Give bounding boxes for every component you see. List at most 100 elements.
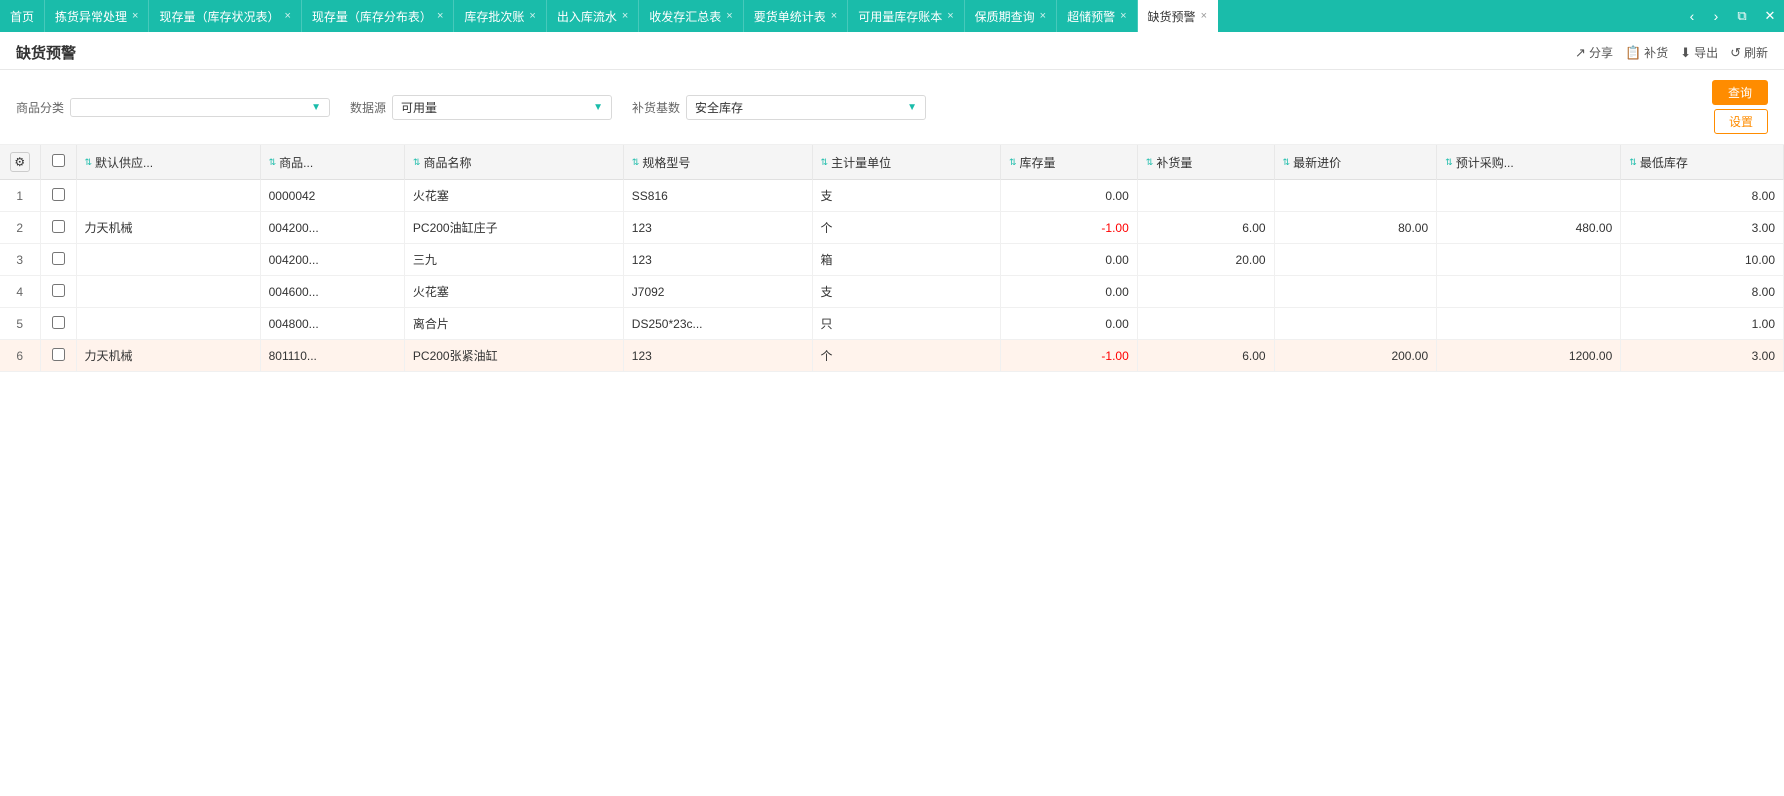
- row-supplier-6: 力天机械: [76, 340, 260, 372]
- replenish-base-select[interactable]: 安全库存 ▼: [686, 95, 926, 120]
- sort-icon: ⇅: [1009, 157, 1017, 168]
- col-checkbox: [40, 145, 76, 180]
- col-unit[interactable]: ⇅主计量单位: [812, 145, 1000, 180]
- category-arrow-icon: ▼: [311, 102, 321, 113]
- tab-overstock-close[interactable]: ×: [1120, 10, 1126, 22]
- row-min-stock-5: 1.00: [1621, 308, 1784, 340]
- row-estimated-1: [1437, 180, 1621, 212]
- tab-batch-close[interactable]: ×: [529, 10, 535, 22]
- sort-icon: ⇅: [821, 157, 829, 168]
- row-checkbox-1[interactable]: [40, 180, 76, 212]
- table-row: 5 004800... 离合片 DS250*23c... 只 0.00 1.00: [0, 308, 1784, 340]
- row-latest-price-6: 200.00: [1274, 340, 1437, 372]
- row-stock-5: 0.00: [1000, 308, 1137, 340]
- col-name[interactable]: ⇅商品名称: [404, 145, 623, 180]
- row-name-3: 三九: [404, 244, 623, 276]
- col-supplier[interactable]: ⇅默认供应...: [76, 145, 260, 180]
- category-label: 商品分类: [16, 99, 64, 116]
- row-unit-2: 个: [812, 212, 1000, 244]
- col-code[interactable]: ⇅商品...: [260, 145, 404, 180]
- row-checkbox-2[interactable]: [40, 212, 76, 244]
- row-min-stock-6: 3.00: [1621, 340, 1784, 372]
- tab-restore-btn[interactable]: ⧉: [1728, 0, 1756, 32]
- row-code-4: 004600...: [260, 276, 404, 308]
- column-settings-icon[interactable]: ⚙: [10, 152, 30, 172]
- replenish-base-value: 安全库存: [695, 99, 743, 116]
- row-latest-price-4: [1274, 276, 1437, 308]
- tab-inventory-dist-close[interactable]: ×: [437, 10, 443, 22]
- tab-shortage-close[interactable]: ×: [1201, 10, 1207, 22]
- row-unit-1: 支: [812, 180, 1000, 212]
- datasource-arrow-icon: ▼: [593, 102, 603, 113]
- tab-shortage[interactable]: 缺货预警 ×: [1138, 0, 1218, 32]
- table-row: 1 0000042 火花塞 SS816 支 0.00 8.00: [0, 180, 1784, 212]
- export-btn[interactable]: ⬇ 导出: [1680, 44, 1718, 61]
- tab-inventory-status[interactable]: 现存量（库存状况表） ×: [149, 0, 301, 32]
- tab-requisition[interactable]: 要货单统计表 ×: [744, 0, 848, 32]
- tab-inout-flow[interactable]: 出入库流水 ×: [547, 0, 639, 32]
- tab-exception[interactable]: 拣货异常处理 ×: [45, 0, 149, 32]
- sort-icon: ⇅: [1283, 157, 1291, 168]
- col-estimated[interactable]: ⇅预计采购...: [1437, 145, 1621, 180]
- row-stock-4: 0.00: [1000, 276, 1137, 308]
- row-latest-price-5: [1274, 308, 1437, 340]
- tab-prev-btn[interactable]: ‹: [1680, 0, 1704, 32]
- tab-close-all-btn[interactable]: ✕: [1756, 0, 1784, 32]
- tab-inout-close[interactable]: ×: [622, 10, 628, 22]
- row-replenish-4: [1137, 276, 1274, 308]
- page-title: 缺货预警: [16, 42, 76, 63]
- table-row: 3 004200... 三九 123 箱 0.00 20.00 10.00: [0, 244, 1784, 276]
- col-min-stock[interactable]: ⇅最低库存: [1621, 145, 1784, 180]
- tab-collect-close[interactable]: ×: [726, 10, 732, 22]
- tab-exception-close[interactable]: ×: [132, 10, 138, 22]
- sort-icon: ⇅: [1146, 157, 1154, 168]
- tab-expiry-close[interactable]: ×: [1040, 10, 1046, 22]
- select-all-checkbox[interactable]: [52, 154, 65, 167]
- row-code-3: 004200...: [260, 244, 404, 276]
- row-estimated-2: 480.00: [1437, 212, 1621, 244]
- refresh-btn[interactable]: ↺ 刷新: [1730, 44, 1768, 61]
- tab-inventory-dist[interactable]: 现存量（库存分布表） ×: [302, 0, 454, 32]
- row-checkbox-4[interactable]: [40, 276, 76, 308]
- row-spec-4: J7092: [623, 276, 812, 308]
- table-row: 4 004600... 火花塞 J7092 支 0.00 8.00: [0, 276, 1784, 308]
- col-stock[interactable]: ⇅库存量: [1000, 145, 1137, 180]
- tab-requisition-close[interactable]: ×: [831, 10, 837, 22]
- share-btn[interactable]: ↗ 分享: [1575, 44, 1613, 61]
- sort-icon: ⇅: [1445, 157, 1453, 168]
- sort-icon: ⇅: [632, 157, 640, 168]
- row-supplier-2: 力天机械: [76, 212, 260, 244]
- tab-bar: 首页 拣货异常处理 × 现存量（库存状况表） × 现存量（库存分布表） × 库存…: [0, 0, 1784, 32]
- replenish-base-label: 补货基数: [632, 99, 680, 116]
- datasource-select[interactable]: 可用量 ▼: [392, 95, 612, 120]
- tab-overstock[interactable]: 超储预警 ×: [1057, 0, 1137, 32]
- tab-available-close[interactable]: ×: [947, 10, 953, 22]
- row-spec-3: 123: [623, 244, 812, 276]
- row-replenish-3: 20.00: [1137, 244, 1274, 276]
- tab-expiry[interactable]: 保质期查询 ×: [965, 0, 1057, 32]
- tab-inventory-status-close[interactable]: ×: [284, 10, 290, 22]
- row-checkbox-6[interactable]: [40, 340, 76, 372]
- row-checkbox-3[interactable]: [40, 244, 76, 276]
- col-latest-price[interactable]: ⇅最新进价: [1274, 145, 1437, 180]
- row-latest-price-2: 80.00: [1274, 212, 1437, 244]
- replenish-base-filter-group: 补货基数 安全库存 ▼: [632, 95, 926, 120]
- tab-home[interactable]: 首页: [0, 0, 45, 32]
- row-latest-price-3: [1274, 244, 1437, 276]
- tab-batch[interactable]: 库存批次账 ×: [454, 0, 546, 32]
- row-spec-5: DS250*23c...: [623, 308, 812, 340]
- row-checkbox-5[interactable]: [40, 308, 76, 340]
- row-spec-2: 123: [623, 212, 812, 244]
- category-select[interactable]: ▼: [70, 98, 330, 117]
- row-replenish-6: 6.00: [1137, 340, 1274, 372]
- tab-next-btn[interactable]: ›: [1704, 0, 1728, 32]
- query-button[interactable]: 查询: [1712, 80, 1768, 105]
- col-replenish[interactable]: ⇅补货量: [1137, 145, 1274, 180]
- datasource-value: 可用量: [401, 99, 437, 116]
- row-min-stock-2: 3.00: [1621, 212, 1784, 244]
- settings-button[interactable]: 设置: [1714, 109, 1768, 134]
- tab-collect[interactable]: 收发存汇总表 ×: [639, 0, 743, 32]
- tab-available[interactable]: 可用量库存账本 ×: [848, 0, 964, 32]
- replenish-btn[interactable]: 📋 补货: [1625, 44, 1668, 61]
- col-spec[interactable]: ⇅规格型号: [623, 145, 812, 180]
